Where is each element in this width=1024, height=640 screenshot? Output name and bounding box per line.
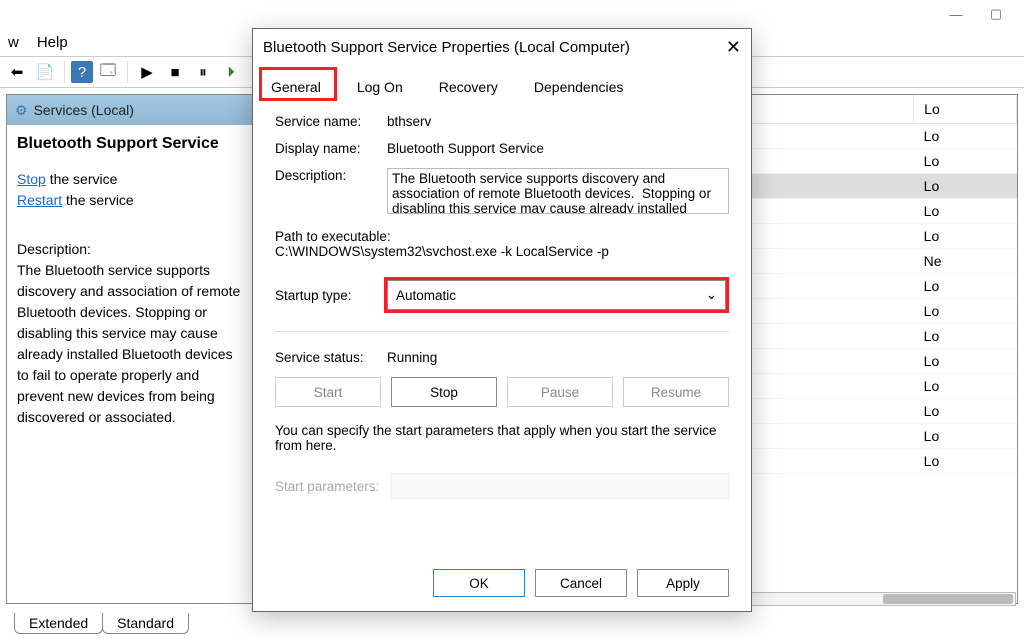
left-pane-header: ⚙ Services (Local) xyxy=(7,95,252,125)
col-logon[interactable]: Lo xyxy=(914,95,1017,124)
restart-link[interactable]: Restart xyxy=(17,192,62,208)
chevron-down-icon: ⌄ xyxy=(706,287,717,303)
start-button: Start xyxy=(275,377,381,407)
toolbar-back-icon[interactable]: ⬅ xyxy=(4,59,30,85)
startup-type-dropdown[interactable]: Automatic ⌄ xyxy=(387,280,726,310)
menu-view[interactable]: w xyxy=(8,34,19,51)
tab-extended[interactable]: Extended xyxy=(14,613,103,634)
play-icon[interactable]: ▶ xyxy=(134,59,160,85)
startup-type-label: Startup type: xyxy=(275,288,387,303)
service-name-label: Service name: xyxy=(275,114,387,129)
description-label: Description: xyxy=(17,239,248,260)
pause-icon[interactable]: ⏸ xyxy=(190,59,216,85)
service-status-label: Service status: xyxy=(275,350,387,365)
start-params-input xyxy=(391,473,729,499)
services-gear-icon: ⚙ xyxy=(15,102,28,119)
description-text: The Bluetooth service supports discovery… xyxy=(17,260,248,428)
service-status-value: Running xyxy=(387,350,729,365)
menu-help[interactable]: Help xyxy=(37,34,68,51)
stop-button[interactable]: Stop xyxy=(391,377,497,407)
toolbar-export-icon[interactable]: 📄 xyxy=(32,59,58,85)
stop-link[interactable]: Stop xyxy=(17,171,46,187)
cancel-button[interactable]: Cancel xyxy=(535,569,627,597)
tab-dependencies[interactable]: Dependencies xyxy=(524,73,634,101)
start-params-label: Start parameters: xyxy=(275,479,379,494)
display-name-value: Bluetooth Support Service xyxy=(387,141,729,156)
service-name-value: bthserv xyxy=(387,114,729,129)
toolbar-help-icon[interactable]: ? xyxy=(71,61,93,83)
dialog-title: Bluetooth Support Service Properties (Lo… xyxy=(263,39,630,56)
resume-button: Resume xyxy=(623,377,729,407)
restart-suffix: the service xyxy=(62,192,134,208)
path-label: Path to executable: xyxy=(275,229,729,244)
startup-type-value: Automatic xyxy=(396,288,456,303)
ok-button[interactable]: OK xyxy=(433,569,525,597)
window-maximize-button[interactable]: ▢ xyxy=(976,3,1016,25)
stop-icon[interactable]: ■ xyxy=(162,59,188,85)
start-params-note: You can specify the start parameters tha… xyxy=(275,423,729,453)
restart-icon[interactable]: ⏵ xyxy=(218,59,244,85)
dialog-close-icon[interactable]: ✕ xyxy=(726,37,741,58)
stop-suffix: the service xyxy=(46,171,118,187)
tab-standard[interactable]: Standard xyxy=(102,613,189,634)
dlg-description-label: Description: xyxy=(275,168,387,217)
toolbar-properties-icon[interactable]: 🗔 xyxy=(95,59,121,85)
tab-general[interactable]: General xyxy=(261,73,331,101)
service-detail-title: Bluetooth Support Service xyxy=(17,135,248,153)
pause-button: Pause xyxy=(507,377,613,407)
path-value: C:\WINDOWS\system32\svchost.exe -k Local… xyxy=(275,244,729,259)
tab-logon[interactable]: Log On xyxy=(347,73,413,101)
highlight-startup-dropdown: Automatic ⌄ xyxy=(384,277,729,313)
window-minimize-button[interactable]: — xyxy=(936,3,976,25)
properties-dialog: Bluetooth Support Service Properties (Lo… xyxy=(252,28,752,612)
tab-recovery[interactable]: Recovery xyxy=(429,73,508,101)
apply-button[interactable]: Apply xyxy=(637,569,729,597)
left-pane-header-text: Services (Local) xyxy=(34,102,134,118)
dlg-description-box[interactable] xyxy=(387,168,729,214)
display-name-label: Display name: xyxy=(275,141,387,156)
